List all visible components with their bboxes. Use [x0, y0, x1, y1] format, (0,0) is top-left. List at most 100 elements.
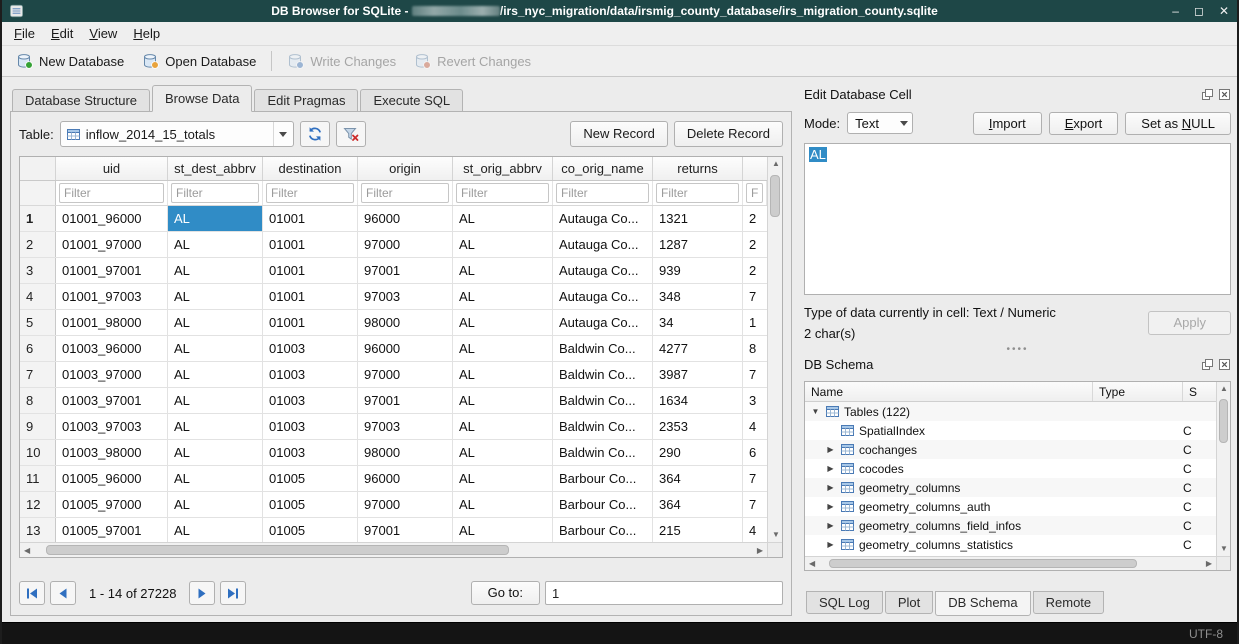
cell-editor[interactable]: AL [804, 143, 1231, 295]
tree-row-geometry-columns-auth[interactable]: ▶geometry_columns_authC [805, 497, 1216, 516]
grid-cell[interactable]: Baldwin Co... [553, 362, 653, 387]
scroll-right-icon[interactable]: ▶ [1206, 560, 1212, 568]
menu-item-file[interactable]: File [6, 23, 43, 44]
grid-cell[interactable]: 215 [653, 518, 743, 542]
minimize-button[interactable]: – [1172, 1, 1179, 21]
grid-cell[interactable]: 1 [743, 310, 767, 335]
filter-input[interactable] [266, 183, 354, 203]
column-header-st-orig-abbrv[interactable]: st_orig_abbrv [453, 157, 553, 180]
grid-cell[interactable]: AL [168, 466, 263, 491]
tree-row-spatialindex[interactable]: SpatialIndexC [805, 421, 1216, 440]
grid-cell[interactable]: 01003 [263, 388, 358, 413]
close-button[interactable]: ✕ [1219, 1, 1229, 21]
expand-icon[interactable]: ▶ [825, 483, 836, 492]
grid-cell[interactable]: AL [168, 206, 263, 231]
tab-plot[interactable]: Plot [885, 591, 933, 614]
column-header-co-orig-name[interactable]: co_orig_name [553, 157, 653, 180]
filter-input[interactable] [361, 183, 449, 203]
grid-cell[interactable]: 348 [653, 284, 743, 309]
column-header-st-dest-abbrv[interactable]: st_dest_abbrv [168, 157, 263, 180]
filter-input[interactable] [171, 183, 259, 203]
grid-cell[interactable]: Autauga Co... [553, 258, 653, 283]
grid-cell[interactable]: Baldwin Co... [553, 414, 653, 439]
goto-button[interactable]: Go to: [471, 581, 540, 605]
row-number[interactable]: 12 [20, 492, 56, 517]
grid-cell[interactable]: AL [453, 414, 553, 439]
column-header-uid[interactable]: uid [56, 157, 168, 180]
mode-selector[interactable]: Text [847, 112, 913, 134]
expand-icon[interactable]: ▶ [825, 521, 836, 530]
schema-col-type[interactable]: Type [1093, 382, 1183, 401]
export-button[interactable]: Export [1049, 112, 1119, 135]
grid-cell[interactable]: 01001 [263, 310, 358, 335]
row-number[interactable]: 8 [20, 388, 56, 413]
scroll-up-icon[interactable]: ▲ [772, 160, 780, 168]
grid-cell[interactable]: 97001 [358, 258, 453, 283]
scroll-left-icon[interactable]: ◀ [809, 560, 815, 568]
grid-cell[interactable]: Barbour Co... [553, 466, 653, 491]
table-row[interactable]: 401001_97003AL0100197003ALAutauga Co...3… [20, 284, 767, 310]
revert-changes-button[interactable]: Revert Changes [406, 49, 539, 73]
grid-cell[interactable]: AL [453, 518, 553, 542]
tab-execute-sql[interactable]: Execute SQL [360, 89, 463, 112]
set-null-button[interactable]: Set as NULL [1125, 112, 1231, 135]
first-page-button[interactable] [19, 581, 45, 605]
grid-cell[interactable]: 97000 [358, 362, 453, 387]
grid-cell[interactable]: 1287 [653, 232, 743, 257]
grid-cell[interactable]: Autauga Co... [553, 232, 653, 257]
table-row[interactable]: 501001_98000AL0100198000ALAutauga Co...3… [20, 310, 767, 336]
tab-remote[interactable]: Remote [1033, 591, 1105, 614]
import-button[interactable]: Import [973, 112, 1042, 135]
tree-row-tables-122[interactable]: ▼Tables (122) [805, 402, 1216, 421]
table-row[interactable]: 101001_96000AL0100196000ALAutauga Co...1… [20, 206, 767, 232]
grid-cell[interactable]: 01003_97001 [56, 388, 168, 413]
grid-cell[interactable]: 7 [743, 466, 767, 491]
grid-cell[interactable]: 8 [743, 336, 767, 361]
refresh-button[interactable] [300, 121, 330, 147]
vertical-scrollbar[interactable]: ▲ ▼ [1216, 382, 1230, 556]
horizontal-scrollbar[interactable]: ◀ ▶ [805, 556, 1216, 570]
grid-cell[interactable]: 01003 [263, 362, 358, 387]
menu-item-edit[interactable]: Edit [43, 23, 81, 44]
apply-button[interactable]: Apply [1148, 311, 1231, 335]
grid-cell[interactable]: 2 [743, 258, 767, 283]
clear-filters-button[interactable] [336, 121, 366, 147]
grid-cell[interactable]: 96000 [358, 466, 453, 491]
grid-cell[interactable]: 6 [743, 440, 767, 465]
grid-cell[interactable]: 3987 [653, 362, 743, 387]
prev-page-button[interactable] [50, 581, 76, 605]
grid-cell[interactable]: 01001 [263, 258, 358, 283]
filter-input[interactable] [59, 183, 164, 203]
filter-input[interactable] [746, 183, 763, 203]
collapse-icon[interactable]: ▼ [810, 407, 821, 416]
row-number[interactable]: 3 [20, 258, 56, 283]
grid-cell[interactable]: 4 [743, 518, 767, 542]
tab-database-structure[interactable]: Database Structure [12, 89, 150, 112]
table-row[interactable]: 1201005_97000AL0100597000ALBarbour Co...… [20, 492, 767, 518]
close-icon[interactable] [1218, 88, 1231, 101]
grid-cell[interactable]: 96000 [358, 336, 453, 361]
grid-cell[interactable]: AL [168, 440, 263, 465]
grid-cell[interactable]: AL [168, 518, 263, 542]
grid-cell[interactable]: AL [168, 492, 263, 517]
scroll-left-icon[interactable]: ◀ [24, 547, 30, 555]
grid-cell[interactable]: 98000 [358, 310, 453, 335]
grid-cell[interactable]: 01001_97001 [56, 258, 168, 283]
scrollbar-thumb[interactable] [829, 559, 1137, 568]
grid-cell[interactable]: 97003 [358, 284, 453, 309]
grid-cell[interactable]: AL [168, 258, 263, 283]
grid-cell[interactable]: Barbour Co... [553, 518, 653, 542]
grid-cell[interactable]: 01005_96000 [56, 466, 168, 491]
row-number[interactable]: 4 [20, 284, 56, 309]
grid-cell[interactable]: AL [453, 466, 553, 491]
grid-cell[interactable]: 7 [743, 284, 767, 309]
table-row[interactable]: 601003_96000AL0100396000ALBaldwin Co...4… [20, 336, 767, 362]
table-row[interactable]: 801003_97001AL0100397001ALBaldwin Co...1… [20, 388, 767, 414]
maximize-button[interactable]: ◻ [1194, 1, 1204, 21]
grid-cell[interactable]: Barbour Co... [553, 492, 653, 517]
scroll-right-icon[interactable]: ▶ [757, 547, 763, 555]
scrollbar-thumb[interactable] [1219, 399, 1228, 443]
grid-cell[interactable]: 01001_98000 [56, 310, 168, 335]
table-row[interactable]: 1101005_96000AL0100596000ALBarbour Co...… [20, 466, 767, 492]
tree-row-geometry-columns-statistics[interactable]: ▶geometry_columns_statisticsC [805, 535, 1216, 554]
